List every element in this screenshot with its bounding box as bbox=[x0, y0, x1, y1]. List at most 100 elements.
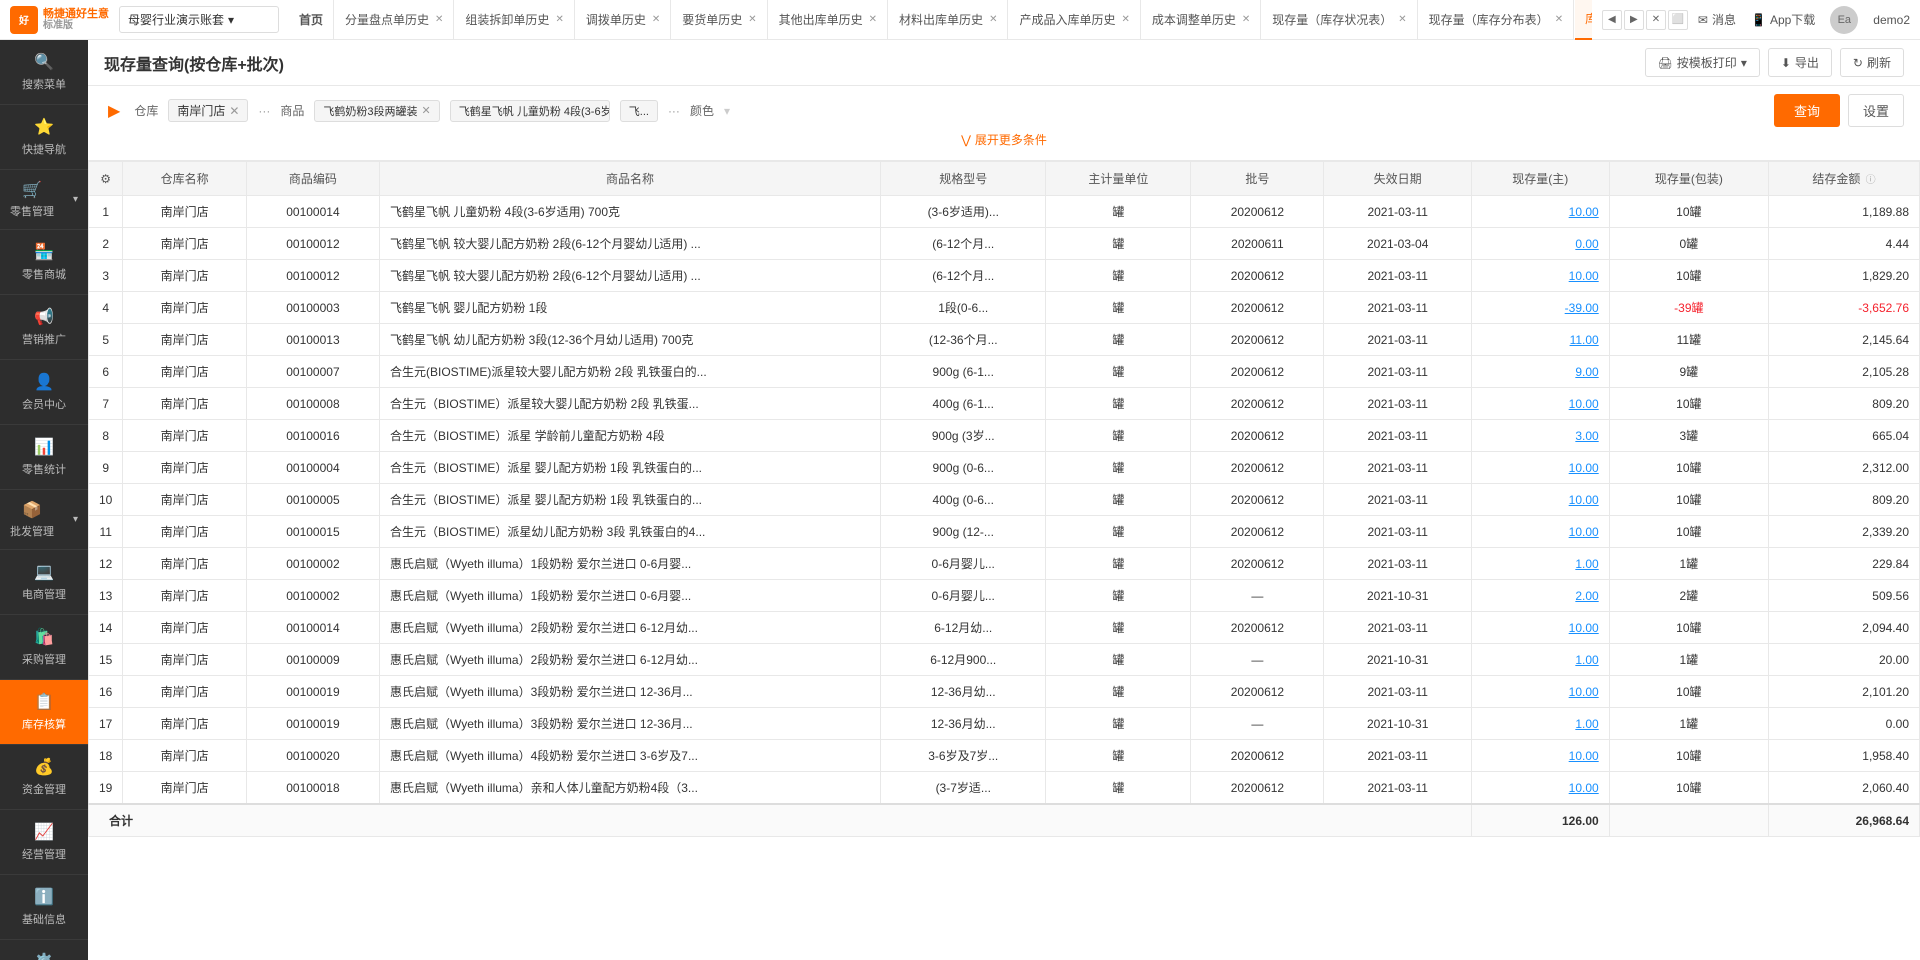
app-download-icon: 📱 bbox=[1751, 13, 1766, 27]
filter-expand-arrow[interactable]: ▶ bbox=[104, 97, 124, 125]
avatar[interactable]: Ea bbox=[1830, 6, 1858, 34]
row-qty-main[interactable]: 10.00 bbox=[1471, 676, 1609, 708]
row-no: 1 bbox=[89, 196, 123, 228]
tab-11[interactable]: 库存批次账 ✕ bbox=[1575, 0, 1592, 40]
product-tag-1[interactable]: 飞鹤奶粉3段两罐装 ✕ bbox=[314, 100, 439, 122]
row-qty-main[interactable]: 11.00 bbox=[1471, 324, 1609, 356]
row-qty-main[interactable]: 9.00 bbox=[1471, 356, 1609, 388]
row-qty-main[interactable]: 1.00 bbox=[1471, 548, 1609, 580]
product-tag-close-1[interactable]: ✕ bbox=[422, 104, 431, 117]
tab-6[interactable]: 材料出库单历史 ✕ bbox=[889, 0, 1008, 40]
tab-5[interactable]: 其他出库单历史 ✕ bbox=[769, 0, 888, 40]
row-qty-main[interactable]: 10.00 bbox=[1471, 260, 1609, 292]
row-unit: 罐 bbox=[1046, 452, 1191, 484]
row-qty-main[interactable]: 10.00 bbox=[1471, 196, 1609, 228]
tab-3[interactable]: 调拨单历史 ✕ bbox=[576, 0, 671, 40]
sidebar-item-retail-store[interactable]: 🏪 零售商城 bbox=[0, 230, 88, 295]
tab-close-icon[interactable]: ✕ bbox=[989, 14, 997, 25]
tab-close-icon[interactable]: ✕ bbox=[652, 14, 660, 25]
expand-icon: ⋁ bbox=[961, 133, 971, 147]
tab-2[interactable]: 组装拆卸单历史 ✕ bbox=[455, 0, 574, 40]
sidebar-item-search[interactable]: 🔍 搜索菜单 bbox=[0, 40, 88, 105]
product-tag-3[interactable]: 飞... bbox=[620, 100, 658, 122]
tab-close-icon[interactable]: ✕ bbox=[555, 14, 563, 25]
sidebar-item-retail-stats[interactable]: 📊 零售统计 bbox=[0, 425, 88, 490]
sidebar-item-inventory[interactable]: 📋 库存核算 bbox=[0, 680, 88, 745]
product-tag-2[interactable]: 飞鹤星飞帆 儿童奶粉 4段(3-6岁适用) 700克 ✕ bbox=[450, 100, 610, 122]
tab-4[interactable]: 要货单历史 ✕ bbox=[672, 0, 767, 40]
sidebar-item-ecom[interactable]: 💻 电商管理 bbox=[0, 550, 88, 615]
row-qty-main[interactable]: 1.00 bbox=[1471, 644, 1609, 676]
warehouse-tag-close-icon[interactable]: ✕ bbox=[229, 104, 239, 118]
tab-close-icon[interactable]: ✕ bbox=[1242, 14, 1250, 25]
sidebar-item-shortcut[interactable]: ⭐ 快捷导航 bbox=[0, 105, 88, 170]
row-qty-pkg: 2罐 bbox=[1609, 580, 1768, 612]
sidebar-item-purchase[interactable]: 🛍️ 采购管理 bbox=[0, 615, 88, 680]
row-qty-pkg: 10罐 bbox=[1609, 260, 1768, 292]
expand-conditions-button[interactable]: ⋁ 展开更多条件 bbox=[104, 127, 1904, 152]
close-tab-button[interactable]: ✕ bbox=[1646, 10, 1666, 30]
row-warehouse: 南岸门店 bbox=[123, 388, 247, 420]
sidebar-basics-label: 基础信息 bbox=[22, 911, 66, 927]
tab-close-icon[interactable]: ✕ bbox=[748, 14, 756, 25]
row-qty-main[interactable]: 10.00 bbox=[1471, 516, 1609, 548]
row-expire: 2021-03-11 bbox=[1324, 772, 1471, 805]
th-settings[interactable]: ⚙ bbox=[89, 162, 123, 196]
row-qty-main[interactable]: -39.00 bbox=[1471, 292, 1609, 324]
sidebar-item-finance[interactable]: 💰 资金管理 bbox=[0, 745, 88, 810]
row-qty-main[interactable]: 3.00 bbox=[1471, 420, 1609, 452]
row-qty-main[interactable]: 10.00 bbox=[1471, 388, 1609, 420]
tab-7[interactable]: 产成品入库单历史 ✕ bbox=[1009, 0, 1140, 40]
sidebar-item-system[interactable]: ⚙️ 系统管理 bbox=[0, 940, 88, 960]
member-icon: 👤 bbox=[34, 372, 54, 392]
company-select[interactable]: 母婴行业演示账套 ▾ bbox=[119, 6, 279, 33]
row-name: 飞鹤星飞帆 婴儿配方奶粉 1段 bbox=[380, 292, 881, 324]
row-qty-main[interactable]: 1.00 bbox=[1471, 708, 1609, 740]
nav-arrows: ◀ ▶ ✕ ⬜ bbox=[1602, 10, 1688, 30]
row-qty-main[interactable]: 10.00 bbox=[1471, 740, 1609, 772]
row-expire: 2021-10-31 bbox=[1324, 708, 1471, 740]
tab-8[interactable]: 成本调整单历史 ✕ bbox=[1142, 0, 1261, 40]
sidebar-item-business[interactable]: 📈 经营管理 bbox=[0, 810, 88, 875]
row-qty-main[interactable]: 10.00 bbox=[1471, 484, 1609, 516]
row-expire: 2021-03-11 bbox=[1324, 612, 1471, 644]
tab-close-icon[interactable]: ✕ bbox=[435, 14, 443, 25]
row-qty-main[interactable]: 2.00 bbox=[1471, 580, 1609, 612]
sidebar-item-member[interactable]: 👤 会员中心 bbox=[0, 360, 88, 425]
query-button[interactable]: 查询 bbox=[1774, 94, 1840, 127]
setting-button[interactable]: 设置 bbox=[1848, 94, 1904, 127]
row-qty-main[interactable]: 0.00 bbox=[1471, 228, 1609, 260]
warehouse-more-icon[interactable]: ··· bbox=[258, 104, 270, 118]
prev-tab-button[interactable]: ◀ bbox=[1602, 10, 1622, 30]
export-button[interactable]: ⬇ 导出 bbox=[1768, 48, 1832, 77]
expand-tabs-button[interactable]: ⬜ bbox=[1668, 10, 1688, 30]
sidebar-item-retail-mgmt[interactable]: 🛒 零售管理 ▾ bbox=[0, 170, 88, 230]
print-button[interactable]: 🖨 按模板打印 ▾ bbox=[1645, 48, 1760, 77]
color-filter[interactable]: ▾ bbox=[724, 104, 730, 118]
row-code: 00100014 bbox=[246, 196, 379, 228]
tab-home[interactable]: 首页 bbox=[289, 0, 334, 40]
tab-close-icon[interactable]: ✕ bbox=[1555, 14, 1563, 25]
app-download-button[interactable]: 📱 App下载 bbox=[1751, 11, 1815, 28]
tab-close-icon[interactable]: ✕ bbox=[1121, 14, 1129, 25]
row-qty-main[interactable]: 10.00 bbox=[1471, 772, 1609, 805]
tab-9[interactable]: 现存量（库存状况表） ✕ bbox=[1262, 0, 1417, 40]
row-warehouse: 南岸门店 bbox=[123, 228, 247, 260]
sidebar-item-basics[interactable]: ℹ️ 基础信息 bbox=[0, 875, 88, 940]
sidebar-item-wholesale[interactable]: 📦 批发管理 ▾ bbox=[0, 490, 88, 550]
row-qty-main[interactable]: 10.00 bbox=[1471, 612, 1609, 644]
refresh-button[interactable]: ↻ 刷新 bbox=[1840, 48, 1904, 77]
tab-1[interactable]: 分量盘点单历史 ✕ bbox=[335, 0, 454, 40]
tab-10[interactable]: 现存量（库存分布表） ✕ bbox=[1419, 0, 1574, 40]
message-button[interactable]: ✉ 消息 bbox=[1698, 11, 1736, 28]
row-spec: 400g (0-6... bbox=[881, 484, 1046, 516]
tab-close-icon[interactable]: ✕ bbox=[869, 14, 877, 25]
product-more-icon[interactable]: ··· bbox=[668, 104, 680, 118]
logo-sub: 标准版 bbox=[43, 20, 109, 31]
table-container: ⚙ 仓库名称 商品编码 商品名称 规格型号 主计量单位 批号 失效日期 现存量(… bbox=[88, 161, 1920, 960]
next-tab-button[interactable]: ▶ bbox=[1624, 10, 1644, 30]
warehouse-filter-tag[interactable]: 南岸门店 ✕ bbox=[168, 99, 248, 122]
tab-close-icon[interactable]: ✕ bbox=[1398, 14, 1406, 25]
sidebar-item-marketing[interactable]: 📢 营销推广 bbox=[0, 295, 88, 360]
row-qty-main[interactable]: 10.00 bbox=[1471, 452, 1609, 484]
